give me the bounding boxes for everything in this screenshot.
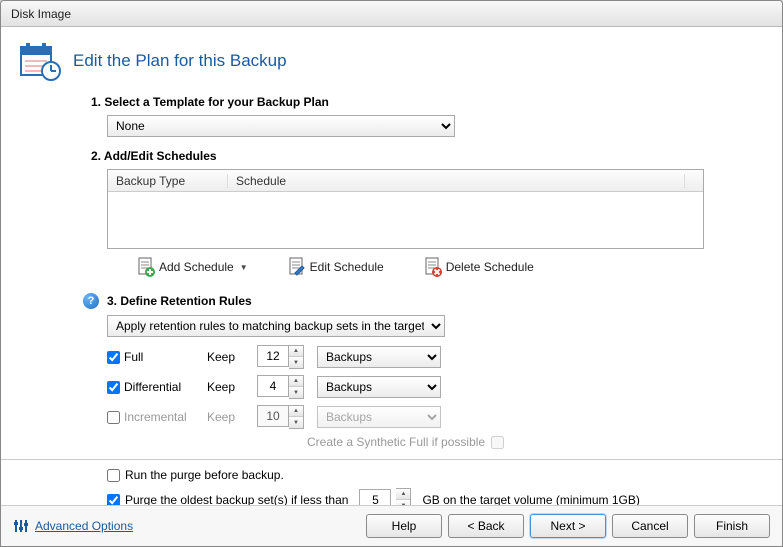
section3-header: ? 3. Define Retention Rules <box>83 293 764 309</box>
spin-up-icon[interactable]: ▲ <box>289 376 303 387</box>
add-schedule-label: Add Schedule <box>159 260 234 274</box>
incr-keep-label: Keep <box>207 410 257 424</box>
diff-unit-select[interactable]: Backups <box>317 376 441 398</box>
retention-full-row: Full Keep ▲▼ Backups <box>107 345 704 369</box>
purge-before-label: Run the purge before backup. <box>125 468 284 482</box>
advanced-options-link[interactable]: Advanced Options <box>13 518 133 534</box>
full-checkbox[interactable] <box>107 351 120 364</box>
dialog-window: Disk Image Edit the Plan for this Backup <box>0 0 783 547</box>
spin-down-icon[interactable]: ▼ <box>289 387 303 398</box>
back-button[interactable]: < Back <box>448 514 524 538</box>
diff-label: Differential <box>124 380 181 394</box>
incr-spinner: ▲▼ <box>289 405 304 429</box>
advanced-options-label: Advanced Options <box>35 519 133 533</box>
chevron-down-icon: ▼ <box>240 263 248 272</box>
document-delete-icon <box>424 257 442 277</box>
calendar-clock-icon <box>19 41 63 81</box>
schedule-actions: Add Schedule ▼ Edit Schedule Delete Sche… <box>137 257 704 277</box>
diff-count-input[interactable] <box>257 375 289 397</box>
finish-button[interactable]: Finish <box>694 514 770 538</box>
delete-schedule-button[interactable]: Delete Schedule <box>424 257 534 277</box>
section2-label: 2. Add/Edit Schedules <box>91 149 764 163</box>
document-edit-icon <box>288 257 306 277</box>
synthetic-checkbox <box>491 436 504 449</box>
section3-label: 3. Define Retention Rules <box>107 294 252 308</box>
spin-down-icon: ▼ <box>289 417 303 428</box>
spin-up-icon: ▲ <box>289 406 303 417</box>
spin-down-icon[interactable]: ▼ <box>289 357 303 368</box>
full-keep-label: Keep <box>207 350 257 364</box>
schedule-table[interactable]: Backup Type Schedule <box>107 169 704 249</box>
delete-schedule-label: Delete Schedule <box>446 260 534 274</box>
section1-label: 1. Select a Template for your Backup Pla… <box>91 95 764 109</box>
full-label: Full <box>124 350 143 364</box>
spin-up-icon[interactable]: ▲ <box>289 346 303 357</box>
document-add-icon <box>137 257 155 277</box>
help-icon[interactable]: ? <box>83 293 99 309</box>
purge-oldest-row: Purge the oldest backup set(s) if less t… <box>107 488 764 505</box>
full-count-input[interactable] <box>257 345 289 367</box>
incr-count-input <box>257 405 289 427</box>
incr-unit-select: Backups <box>317 406 441 428</box>
diff-keep-label: Keep <box>207 380 257 394</box>
purge-spinner[interactable]: ▲▼ <box>396 488 411 505</box>
purge-before-checkbox[interactable] <box>107 469 120 482</box>
purge-before-row: Run the purge before backup. <box>107 468 764 482</box>
cancel-button[interactable]: Cancel <box>612 514 688 538</box>
purge-oldest-checkbox[interactable] <box>107 494 120 506</box>
incr-label: Incremental <box>124 410 187 424</box>
purge-oldest-prefix: Purge the oldest backup set(s) if less t… <box>125 493 348 505</box>
col-backup-type[interactable]: Backup Type <box>108 174 228 188</box>
footer: Advanced Options Help < Back Next > Canc… <box>1 505 782 546</box>
footer-buttons: Help < Back Next > Cancel Finish <box>366 514 770 538</box>
diff-spinner[interactable]: ▲▼ <box>289 375 304 399</box>
divider <box>1 459 782 460</box>
edit-schedule-button[interactable]: Edit Schedule <box>288 257 384 277</box>
retention-incr-row: Incremental Keep ▲▼ Backups <box>107 405 704 429</box>
content-area: Edit the Plan for this Backup 1. Select … <box>1 27 782 505</box>
retention-diff-row: Differential Keep ▲▼ Backups <box>107 375 704 399</box>
title-bar: Disk Image <box>1 1 782 27</box>
col-schedule[interactable]: Schedule <box>228 174 685 188</box>
spin-up-icon[interactable]: ▲ <box>396 489 410 500</box>
purge-oldest-suffix: GB on the target volume (minimum 1GB) <box>422 493 639 505</box>
template-select[interactable]: None <box>107 115 455 137</box>
incr-checkbox[interactable] <box>107 411 120 424</box>
window-title: Disk Image <box>11 7 71 21</box>
full-unit-select[interactable]: Backups <box>317 346 441 368</box>
add-schedule-button[interactable]: Add Schedule ▼ <box>137 257 248 277</box>
edit-schedule-label: Edit Schedule <box>310 260 384 274</box>
sliders-icon <box>13 518 29 534</box>
synthetic-row: Create a Synthetic Full if possible <box>307 435 704 449</box>
page-header: Edit the Plan for this Backup <box>19 41 764 81</box>
retention-scope-select[interactable]: Apply retention rules to matching backup… <box>107 315 445 337</box>
page-title: Edit the Plan for this Backup <box>73 51 287 71</box>
table-header: Backup Type Schedule <box>108 170 703 192</box>
purge-gb-input[interactable] <box>359 489 391 505</box>
next-button[interactable]: Next > <box>530 514 606 538</box>
diff-checkbox[interactable] <box>107 381 120 394</box>
synthetic-label: Create a Synthetic Full if possible <box>307 435 485 449</box>
full-spinner[interactable]: ▲▼ <box>289 345 304 369</box>
help-button[interactable]: Help <box>366 514 442 538</box>
